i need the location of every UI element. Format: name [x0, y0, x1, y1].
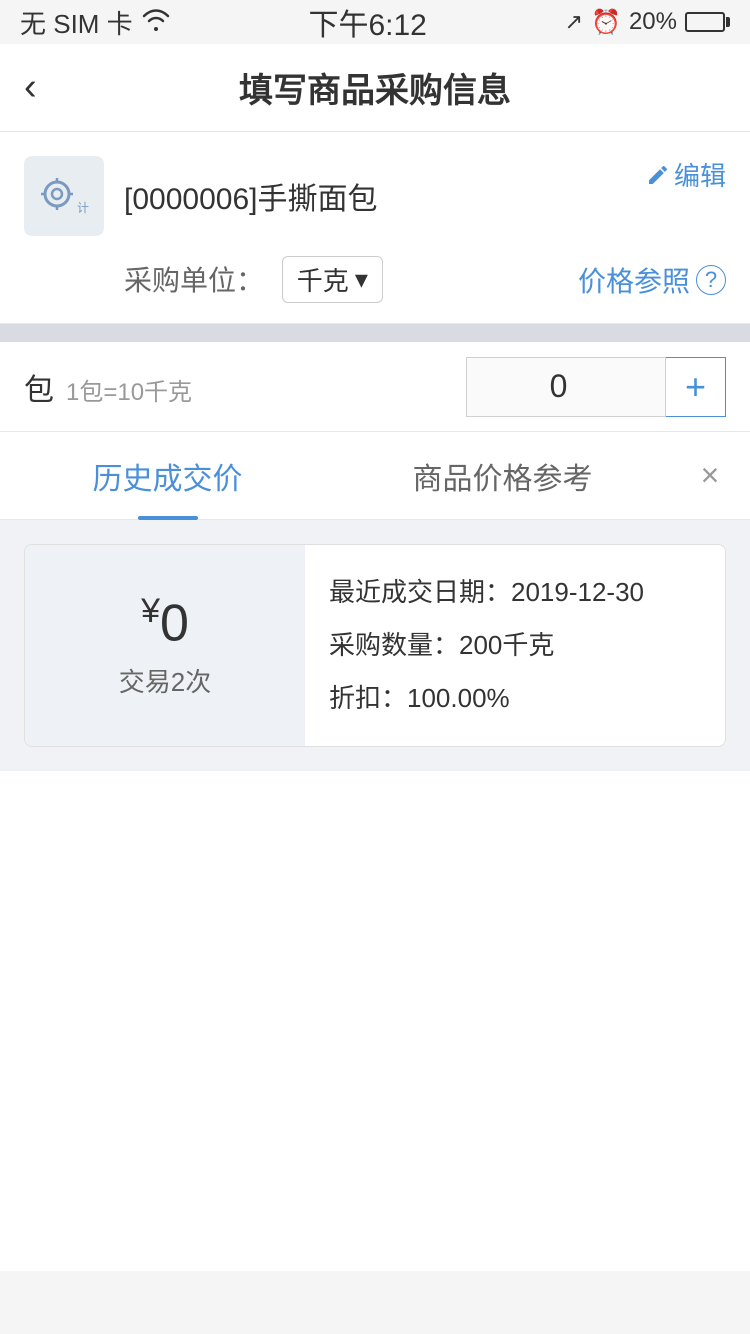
- edit-label: 编辑: [674, 156, 726, 193]
- tabs-section: 历史成交价 商品价格参考 × ¥0 交易2次 最近成交日期：2019-12-30…: [0, 432, 750, 771]
- purchase-unit-label: 采购单位：: [124, 265, 264, 296]
- purchase-row: 采购单位： 千克 ▾ 价格参照 ?: [24, 256, 726, 303]
- detail-value-discount: 100.00%: [407, 683, 510, 713]
- unit-select[interactable]: 千克 ▾: [282, 256, 383, 303]
- wifi-icon: [141, 7, 171, 38]
- detail-row-discount: 折扣：100.00%: [329, 679, 701, 718]
- back-button[interactable]: ‹: [24, 66, 37, 109]
- nav-bar: ‹ 填写商品采购信息: [0, 44, 750, 132]
- battery-percent: 20%: [629, 8, 677, 36]
- dropdown-arrow: ▾: [355, 264, 368, 295]
- status-left: 无 SIM 卡: [20, 4, 171, 41]
- detail-label-date: 最近成交日期：: [329, 577, 511, 607]
- product-thumbnail: 计: [24, 156, 104, 236]
- price-value: 0: [160, 595, 189, 653]
- transaction-card: ¥0 交易2次 最近成交日期：2019-12-30 采购数量：200千克 折扣：…: [24, 544, 726, 747]
- quantity-plus-button[interactable]: +: [666, 357, 726, 417]
- empty-area: [0, 771, 750, 1271]
- product-section: 计 [0000006]手撕面包 编辑 采购单位： 千克 ▾ 价格参照 ?: [0, 132, 750, 324]
- detail-value-date: 2019-12-30: [511, 577, 644, 607]
- detail-value-quantity: 200千克: [459, 630, 554, 660]
- detail-row-date: 最近成交日期：2019-12-30: [329, 573, 701, 612]
- edit-link[interactable]: 编辑: [646, 156, 726, 193]
- product-left: 计 [0000006]手撕面包: [24, 156, 377, 236]
- transaction-price-left: ¥0 交易2次: [25, 545, 305, 746]
- tab-history-price[interactable]: 历史成交价: [0, 432, 335, 520]
- price-ref-label: 价格参照: [578, 260, 690, 300]
- svg-text:计: 计: [77, 201, 89, 215]
- page-title: 填写商品采购信息: [239, 63, 511, 112]
- location-icon: ↗: [565, 9, 583, 35]
- quantity-input[interactable]: [466, 357, 666, 417]
- transaction-details: 最近成交日期：2019-12-30 采购数量：200千克 折扣：100.00%: [305, 545, 725, 746]
- purchase-unit-group: 采购单位： 千克 ▾: [124, 256, 383, 303]
- tab-history-label: 历史成交价: [93, 454, 243, 498]
- tab-close-button[interactable]: ×: [670, 457, 750, 494]
- detail-label-discount: 折扣：: [329, 683, 407, 713]
- unit-value: 千克: [297, 261, 349, 298]
- status-right: ↗ ⏰ 20%: [565, 8, 730, 37]
- transaction-price: ¥0: [141, 592, 189, 653]
- carrier-label: 无 SIM 卡: [20, 4, 133, 41]
- quantity-input-group: +: [466, 357, 726, 417]
- transaction-count: 交易2次: [119, 662, 211, 699]
- alarm-icon: ⏰: [591, 8, 621, 37]
- gray-divider: [0, 324, 750, 342]
- battery-icon: [685, 12, 730, 32]
- detail-label-quantity: 采购数量：: [329, 630, 459, 660]
- product-header: 计 [0000006]手撕面包 编辑: [24, 156, 726, 236]
- status-bar: 无 SIM 卡 下午6:12 ↗ ⏰ 20%: [0, 0, 750, 44]
- product-name: [0000006]手撕面包: [124, 174, 377, 218]
- price-reference[interactable]: 价格参照 ?: [578, 260, 726, 300]
- status-time: 下午6:12: [308, 0, 426, 44]
- quantity-row: 包 1包=10千克 +: [0, 342, 750, 432]
- detail-row-quantity: 采购数量：200千克: [329, 626, 701, 665]
- unit-label: 包: [24, 365, 54, 409]
- price-symbol: ¥: [141, 592, 160, 630]
- tabs-header: 历史成交价 商品价格参考 ×: [0, 432, 750, 520]
- unit-sub: 1包=10千克: [66, 372, 192, 407]
- price-ref-help-icon: ?: [696, 265, 726, 295]
- tab-price-reference[interactable]: 商品价格参考: [335, 432, 670, 520]
- transaction-list: ¥0 交易2次 最近成交日期：2019-12-30 采购数量：200千克 折扣：…: [0, 520, 750, 771]
- tab-price-ref-label: 商品价格参考: [413, 454, 593, 498]
- quantity-unit: 包 1包=10千克: [24, 365, 192, 409]
